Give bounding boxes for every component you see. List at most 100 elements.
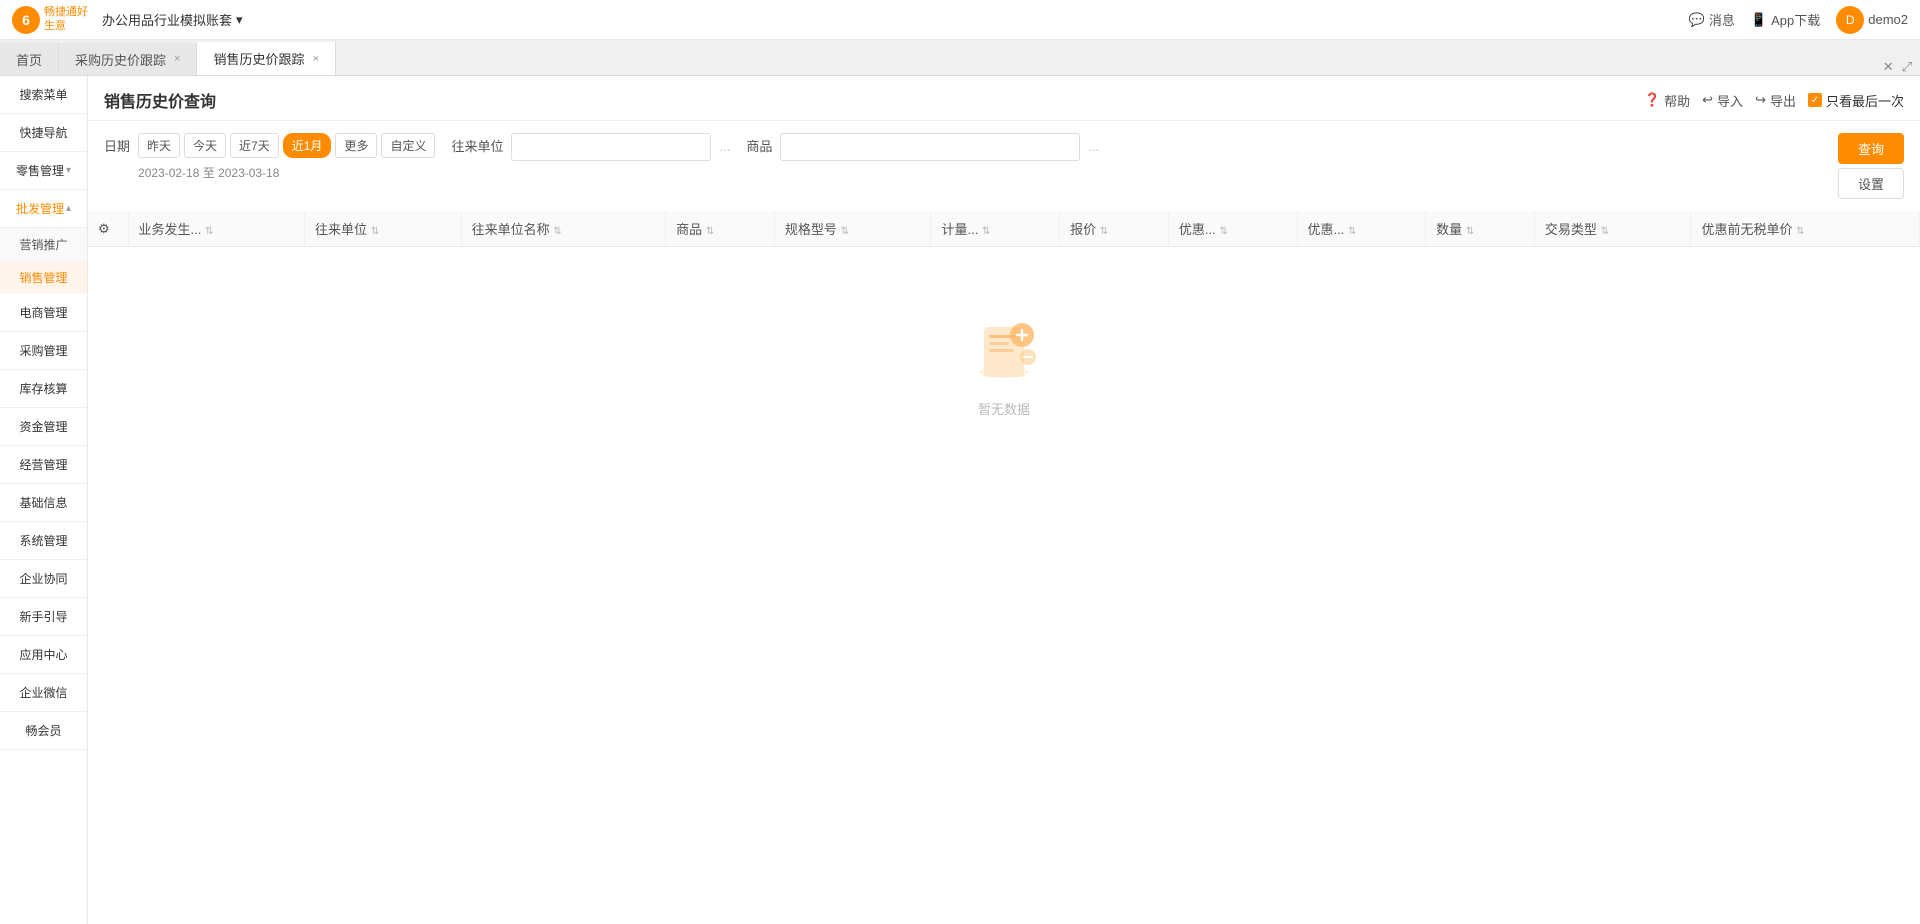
retail-label: 零售管理 — [16, 162, 64, 179]
ecommerce-label: 电商管理 — [19, 306, 67, 320]
date-btn-today[interactable]: 今天 — [184, 133, 226, 158]
tab-home-label: 首页 — [16, 50, 42, 69]
date-btn-1month[interactable]: 近1月 — [283, 133, 332, 158]
sidebar-item-appstore[interactable]: 应用中心 — [0, 636, 87, 674]
enterprise-label: 企业协同 — [19, 572, 67, 586]
finance-label: 资金管理 — [19, 420, 67, 434]
sidebar-item-guide[interactable]: 新手引导 — [0, 598, 87, 636]
tab-purchase-history[interactable]: 采购历史价跟踪 × — [59, 43, 197, 75]
date-buttons: 昨天 今天 近7天 近1月 更多 自定义 — [138, 133, 435, 158]
sidebar-item-operations[interactable]: 经营管理 — [0, 446, 87, 484]
sidebar-item-wechat[interactable]: 企业微信 — [0, 674, 87, 712]
date-filter-label: 日期 — [104, 133, 130, 161]
date-range-display: 2023-02-18 至 2023-03-18 — [138, 164, 435, 181]
username: demo2 — [1868, 12, 1908, 27]
search-label: 搜索菜单 — [19, 88, 67, 102]
th-partner-name[interactable]: 往来单位名称 ⇅ — [461, 211, 665, 247]
message-icon: 💬 — [1689, 12, 1705, 28]
top-header: 6 畅捷通好生意 办公用品行业模拟账套 ▾ 💬 消息 📱 App下载 D dem… — [0, 0, 1920, 40]
last-only-checkbox[interactable]: ✓ 只看最后一次 — [1808, 91, 1904, 110]
th-spec[interactable]: 规格型号 ⇅ — [774, 211, 931, 247]
partner-filter-label: 往来单位 — [451, 133, 503, 161]
close-sales-tab[interactable]: × — [312, 53, 318, 65]
query-button[interactable]: 查询 — [1838, 133, 1904, 164]
sidebar-item-search[interactable]: 搜索菜单 — [0, 76, 87, 114]
table-header: ⚙ 业务发生... ⇅ 往来单位 ⇅ 往来单位名称 — [88, 211, 1920, 247]
th-product[interactable]: 商品 ⇅ — [666, 211, 775, 247]
product-dots: ... — [1088, 133, 1099, 161]
date-btn-more[interactable]: 更多 — [335, 133, 377, 158]
sort-icon-biz-date: ⇅ — [205, 226, 213, 237]
sidebar-item-enterprise[interactable]: 企业协同 — [0, 560, 87, 598]
app-selector[interactable]: 办公用品行业模拟账套 ▾ — [102, 10, 243, 29]
date-btn-custom[interactable]: 自定义 — [381, 133, 435, 158]
date-btn-yesterday[interactable]: 昨天 — [138, 133, 180, 158]
import-label: 导入 — [1717, 91, 1743, 110]
appstore-label: 应用中心 — [19, 648, 67, 662]
date-btn-7days[interactable]: 近7天 — [230, 133, 279, 158]
sidebar-item-marketing[interactable]: 营销推广 — [0, 228, 87, 261]
sidebar-item-shortcuts[interactable]: 快捷导航 — [0, 114, 87, 152]
header-right: 💬 消息 📱 App下载 D demo2 — [1689, 6, 1908, 34]
sort-icon-partner-code: ⇅ — [371, 226, 379, 237]
sidebar-item-inventory[interactable]: 库存核算 — [0, 370, 87, 408]
system-label: 系统管理 — [19, 534, 67, 548]
message-action[interactable]: 💬 消息 — [1689, 10, 1735, 29]
basic-label: 基础信息 — [19, 496, 67, 510]
help-icon: ❓ — [1644, 92, 1660, 108]
logo-area: 6 畅捷通好生意 — [12, 6, 94, 34]
marketing-label: 营销推广 — [19, 238, 67, 252]
sidebar-item-finance[interactable]: 资金管理 — [0, 408, 87, 446]
product-filter-group: 商品 ... — [746, 133, 1099, 161]
tab-home[interactable]: 首页 — [0, 43, 59, 75]
th-discount1[interactable]: 优惠... ⇅ — [1168, 211, 1297, 247]
sidebar-item-ecommerce[interactable]: 电商管理 — [0, 294, 87, 332]
tab-sales-history[interactable]: 销售历史价跟踪 × — [197, 42, 335, 75]
tab-sales-label: 销售历史价跟踪 — [213, 49, 304, 68]
export-button[interactable]: ↪ 导出 — [1755, 91, 1796, 110]
product-input[interactable] — [780, 133, 1080, 161]
close-all-icon[interactable]: ✕ — [1883, 59, 1894, 75]
wholesale-arrow: ▴ — [66, 203, 71, 214]
sort-icon-price: ⇅ — [1100, 226, 1108, 237]
partner-input[interactable] — [511, 133, 711, 161]
th-trade-type[interactable]: 交易类型 ⇅ — [1534, 211, 1691, 247]
help-label: 帮助 — [1664, 91, 1690, 110]
settings-button[interactable]: 设置 — [1838, 168, 1904, 199]
sort-icon-trade-type: ⇅ — [1601, 226, 1609, 237]
sort-icon-discount1: ⇅ — [1219, 226, 1227, 237]
sidebar-item-wholesale[interactable]: 批发管理 ▴ — [0, 190, 87, 228]
page-title: 销售历史价查询 — [104, 88, 216, 112]
th-discount2[interactable]: 优惠... ⇅ — [1297, 211, 1426, 247]
th-gear[interactable]: ⚙ — [88, 211, 128, 247]
sidebar-item-sales-mgmt[interactable]: 销售管理 — [0, 261, 87, 294]
operations-label: 经营管理 — [19, 458, 67, 472]
th-quantity[interactable]: 数量 ⇅ — [1426, 211, 1535, 247]
sidebar-item-retail[interactable]: 零售管理 ▾ — [0, 152, 87, 190]
import-button[interactable]: ↩ 导入 — [1702, 91, 1743, 110]
close-purchase-tab[interactable]: × — [174, 53, 180, 65]
empty-illustration — [964, 307, 1044, 387]
app-download-action[interactable]: 📱 App下载 — [1751, 10, 1820, 29]
sidebar-item-member[interactable]: 畅会员 — [0, 712, 87, 750]
help-button[interactable]: ❓ 帮助 — [1644, 91, 1690, 110]
sidebar-item-purchase[interactable]: 采购管理 — [0, 332, 87, 370]
fullscreen-icon[interactable]: ⤢ — [1902, 59, 1912, 75]
sidebar-item-basic[interactable]: 基础信息 — [0, 484, 87, 522]
th-price[interactable]: 报价 ⇅ — [1060, 211, 1169, 247]
th-biz-date[interactable]: 业务发生... ⇅ — [128, 211, 305, 247]
user-menu[interactable]: D demo2 — [1836, 6, 1908, 34]
th-unit[interactable]: 计量... ⇅ — [931, 211, 1060, 247]
app-download-label: App下载 — [1771, 10, 1820, 29]
th-pretax-price[interactable]: 优惠前无税单价 ⇅ — [1691, 211, 1920, 247]
logo-text: 畅捷通好生意 — [44, 6, 94, 32]
purchase-label: 采购管理 — [19, 344, 67, 358]
sort-icon-product: ⇅ — [706, 226, 714, 237]
dropdown-icon: ▾ — [236, 12, 243, 28]
sidebar-item-system[interactable]: 系统管理 — [0, 522, 87, 560]
import-icon: ↩ — [1702, 92, 1713, 108]
sort-icon-discount2: ⇅ — [1348, 226, 1356, 237]
filter-area: 日期 昨天 今天 近7天 近1月 更多 自定义 2023-02-18 至 202… — [88, 121, 1920, 211]
th-partner-code[interactable]: 往来单位 ⇅ — [305, 211, 462, 247]
inventory-label: 库存核算 — [19, 382, 67, 396]
